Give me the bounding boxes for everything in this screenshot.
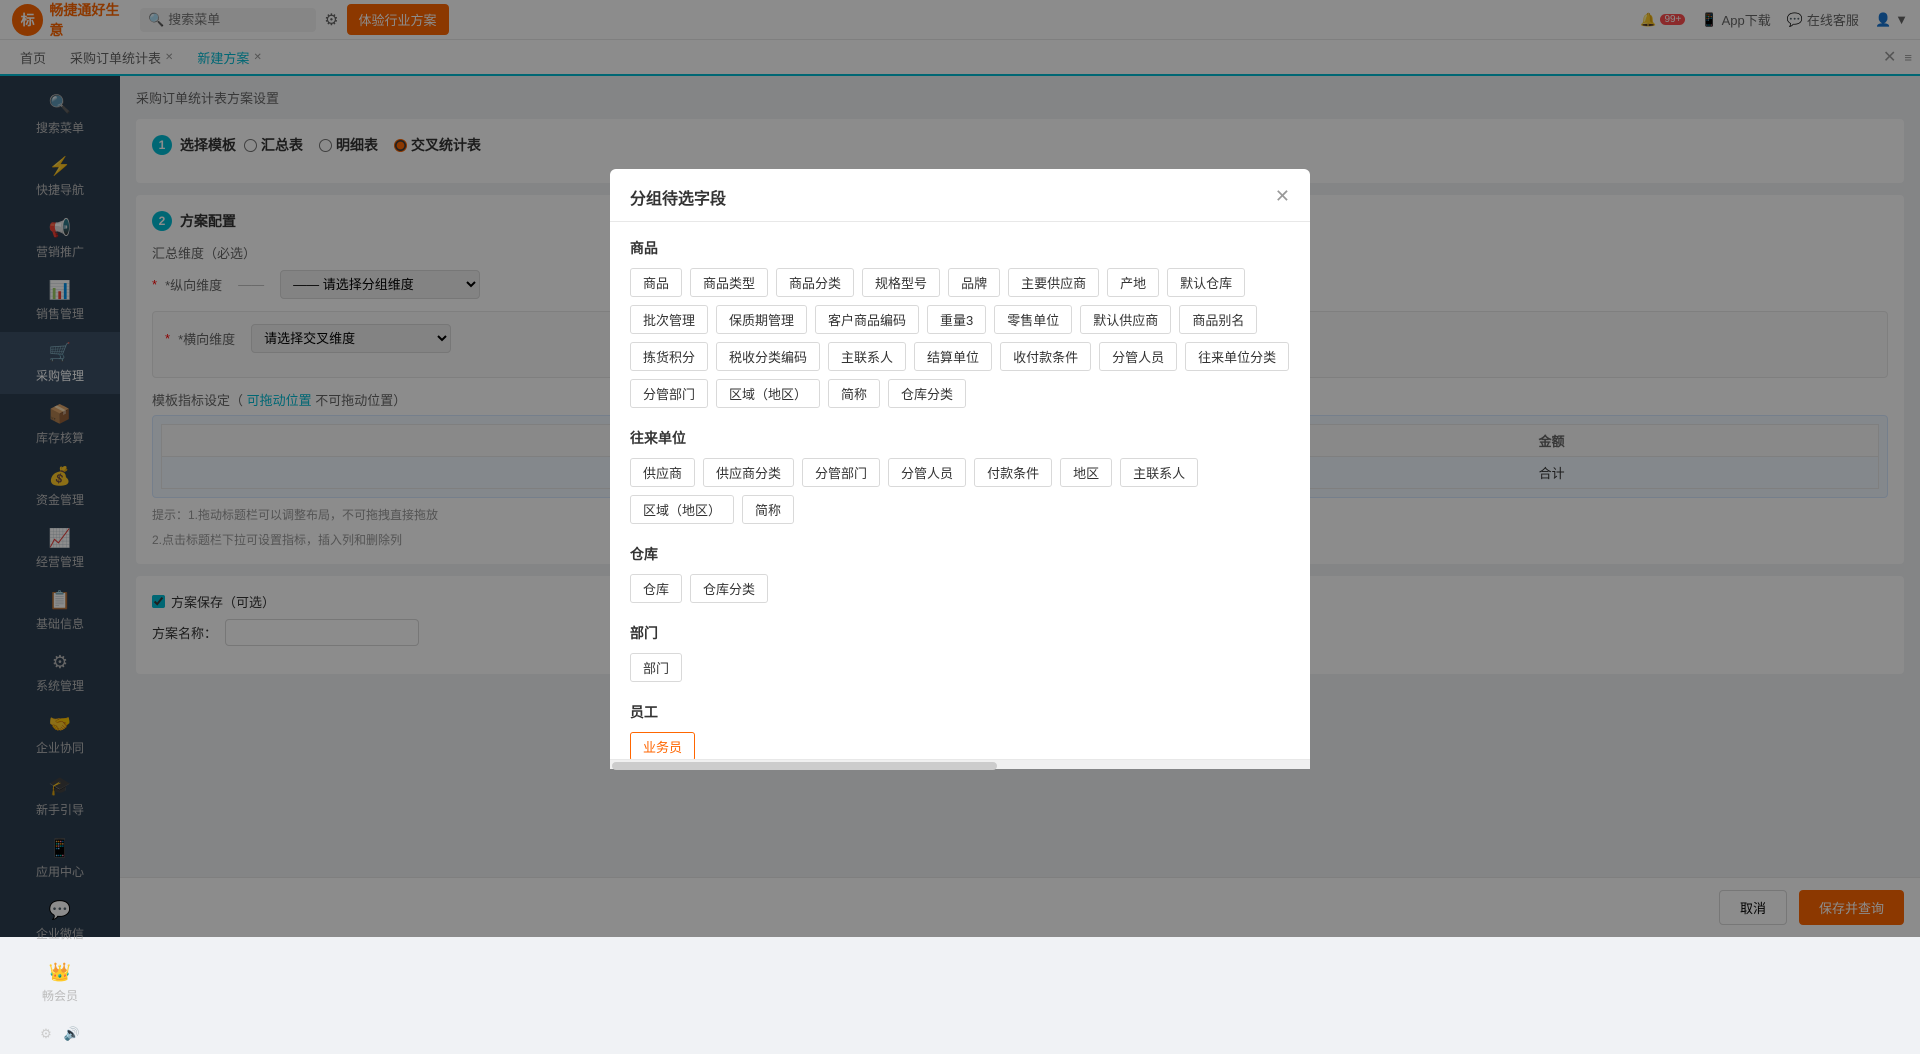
modal-body: 商品商品商品类型商品分类规格型号品牌主要供应商产地默认仓库批次管理保质期管理客户… xyxy=(610,222,1310,759)
tag-product-7[interactable]: 默认仓库 xyxy=(1167,268,1245,297)
tag-product-6[interactable]: 产地 xyxy=(1107,268,1159,297)
modal-title: 分组待选字段 xyxy=(630,185,726,209)
modal-section-title-partner: 往来单位 xyxy=(630,428,1290,448)
tag-warehouse-0[interactable]: 仓库 xyxy=(630,574,682,603)
tag-product-3[interactable]: 规格型号 xyxy=(862,268,940,297)
tag-product-10[interactable]: 客户商品编码 xyxy=(815,305,919,334)
tag-group-department: 部门 xyxy=(630,653,1290,682)
sidebar-item-member[interactable]: 👑 畅会员 xyxy=(0,952,120,1014)
tag-group-warehouse: 仓库仓库分类 xyxy=(630,574,1290,603)
tag-employee-0[interactable]: 业务员 xyxy=(630,732,695,759)
tag-product-0[interactable]: 商品 xyxy=(630,268,682,297)
modal-overlay: 分组待选字段 ✕ 商品商品商品类型商品分类规格型号品牌主要供应商产地默认仓库批次… xyxy=(0,0,1920,937)
tag-partner-5[interactable]: 地区 xyxy=(1060,458,1112,487)
tag-department-0[interactable]: 部门 xyxy=(630,653,682,682)
modal-close-button[interactable]: ✕ xyxy=(1275,186,1290,207)
sidebar-item-member-label: 畅会员 xyxy=(42,987,78,1004)
tag-partner-4[interactable]: 付款条件 xyxy=(974,458,1052,487)
tag-group-product: 商品商品类型商品分类规格型号品牌主要供应商产地默认仓库批次管理保质期管理客户商品… xyxy=(630,268,1290,408)
hscroll-thumb xyxy=(612,762,997,770)
tag-product-4[interactable]: 品牌 xyxy=(948,268,1000,297)
modal-header: 分组待选字段 ✕ xyxy=(610,169,1310,222)
modal-section-product: 商品商品商品类型商品分类规格型号品牌主要供应商产地默认仓库批次管理保质期管理客户… xyxy=(630,238,1290,408)
tag-partner-8[interactable]: 简称 xyxy=(742,495,794,524)
modal-section-title-warehouse: 仓库 xyxy=(630,544,1290,564)
tag-product-1[interactable]: 商品类型 xyxy=(690,268,768,297)
tag-product-2[interactable]: 商品分类 xyxy=(776,268,854,297)
tag-product-20[interactable]: 分管人员 xyxy=(1099,342,1177,371)
modal-section-title-employee: 员工 xyxy=(630,702,1290,722)
tag-product-18[interactable]: 结算单位 xyxy=(914,342,992,371)
tag-product-12[interactable]: 零售单位 xyxy=(994,305,1072,334)
tag-product-21[interactable]: 往来单位分类 xyxy=(1185,342,1289,371)
modal-hscroll[interactable] xyxy=(610,759,1310,769)
tag-product-17[interactable]: 主联系人 xyxy=(828,342,906,371)
modal-section-department: 部门部门 xyxy=(630,623,1290,682)
tag-group-employee: 业务员 xyxy=(630,732,1290,759)
tag-product-25[interactable]: 仓库分类 xyxy=(888,379,966,408)
tag-warehouse-1[interactable]: 仓库分类 xyxy=(690,574,768,603)
tag-group-partner: 供应商供应商分类分管部门分管人员付款条件地区主联系人区域（地区） 简称 xyxy=(630,458,1290,524)
tag-partner-0[interactable]: 供应商 xyxy=(630,458,695,487)
tag-partner-7[interactable]: 区域（地区） xyxy=(630,495,734,524)
tag-product-15[interactable]: 拣货积分 xyxy=(630,342,708,371)
tag-partner-6[interactable]: 主联系人 xyxy=(1120,458,1198,487)
sidebar-settings-icon[interactable]: ⚙ xyxy=(40,1026,52,1042)
tag-partner-3[interactable]: 分管人员 xyxy=(888,458,966,487)
tag-product-22[interactable]: 分管部门 xyxy=(630,379,708,408)
sidebar-bottom: ⚙ 🔊 xyxy=(28,1014,92,1054)
tag-partner-1[interactable]: 供应商分类 xyxy=(703,458,794,487)
tag-product-8[interactable]: 批次管理 xyxy=(630,305,708,334)
modal-section-title-department: 部门 xyxy=(630,623,1290,643)
tag-product-14[interactable]: 商品别名 xyxy=(1179,305,1257,334)
member-icon: 👑 xyxy=(49,962,71,983)
tag-product-11[interactable]: 重量3 xyxy=(927,305,986,334)
modal-section-title-product: 商品 xyxy=(630,238,1290,258)
tag-partner-2[interactable]: 分管部门 xyxy=(802,458,880,487)
modal-section-warehouse: 仓库仓库仓库分类 xyxy=(630,544,1290,603)
tag-product-24[interactable]: 简称 xyxy=(828,379,880,408)
tag-product-5[interactable]: 主要供应商 xyxy=(1008,268,1099,297)
tag-product-13[interactable]: 默认供应商 xyxy=(1080,305,1171,334)
modal: 分组待选字段 ✕ 商品商品商品类型商品分类规格型号品牌主要供应商产地默认仓库批次… xyxy=(610,169,1310,769)
tag-product-16[interactable]: 税收分类编码 xyxy=(716,342,820,371)
tag-product-23[interactable]: 区域（地区） xyxy=(716,379,820,408)
sidebar-volume-icon[interactable]: 🔊 xyxy=(64,1026,80,1042)
tag-product-9[interactable]: 保质期管理 xyxy=(716,305,807,334)
modal-section-partner: 往来单位供应商供应商分类分管部门分管人员付款条件地区主联系人区域（地区） 简称 xyxy=(630,428,1290,524)
tag-product-19[interactable]: 收付款条件 xyxy=(1000,342,1091,371)
modal-section-employee: 员工业务员 xyxy=(630,702,1290,759)
